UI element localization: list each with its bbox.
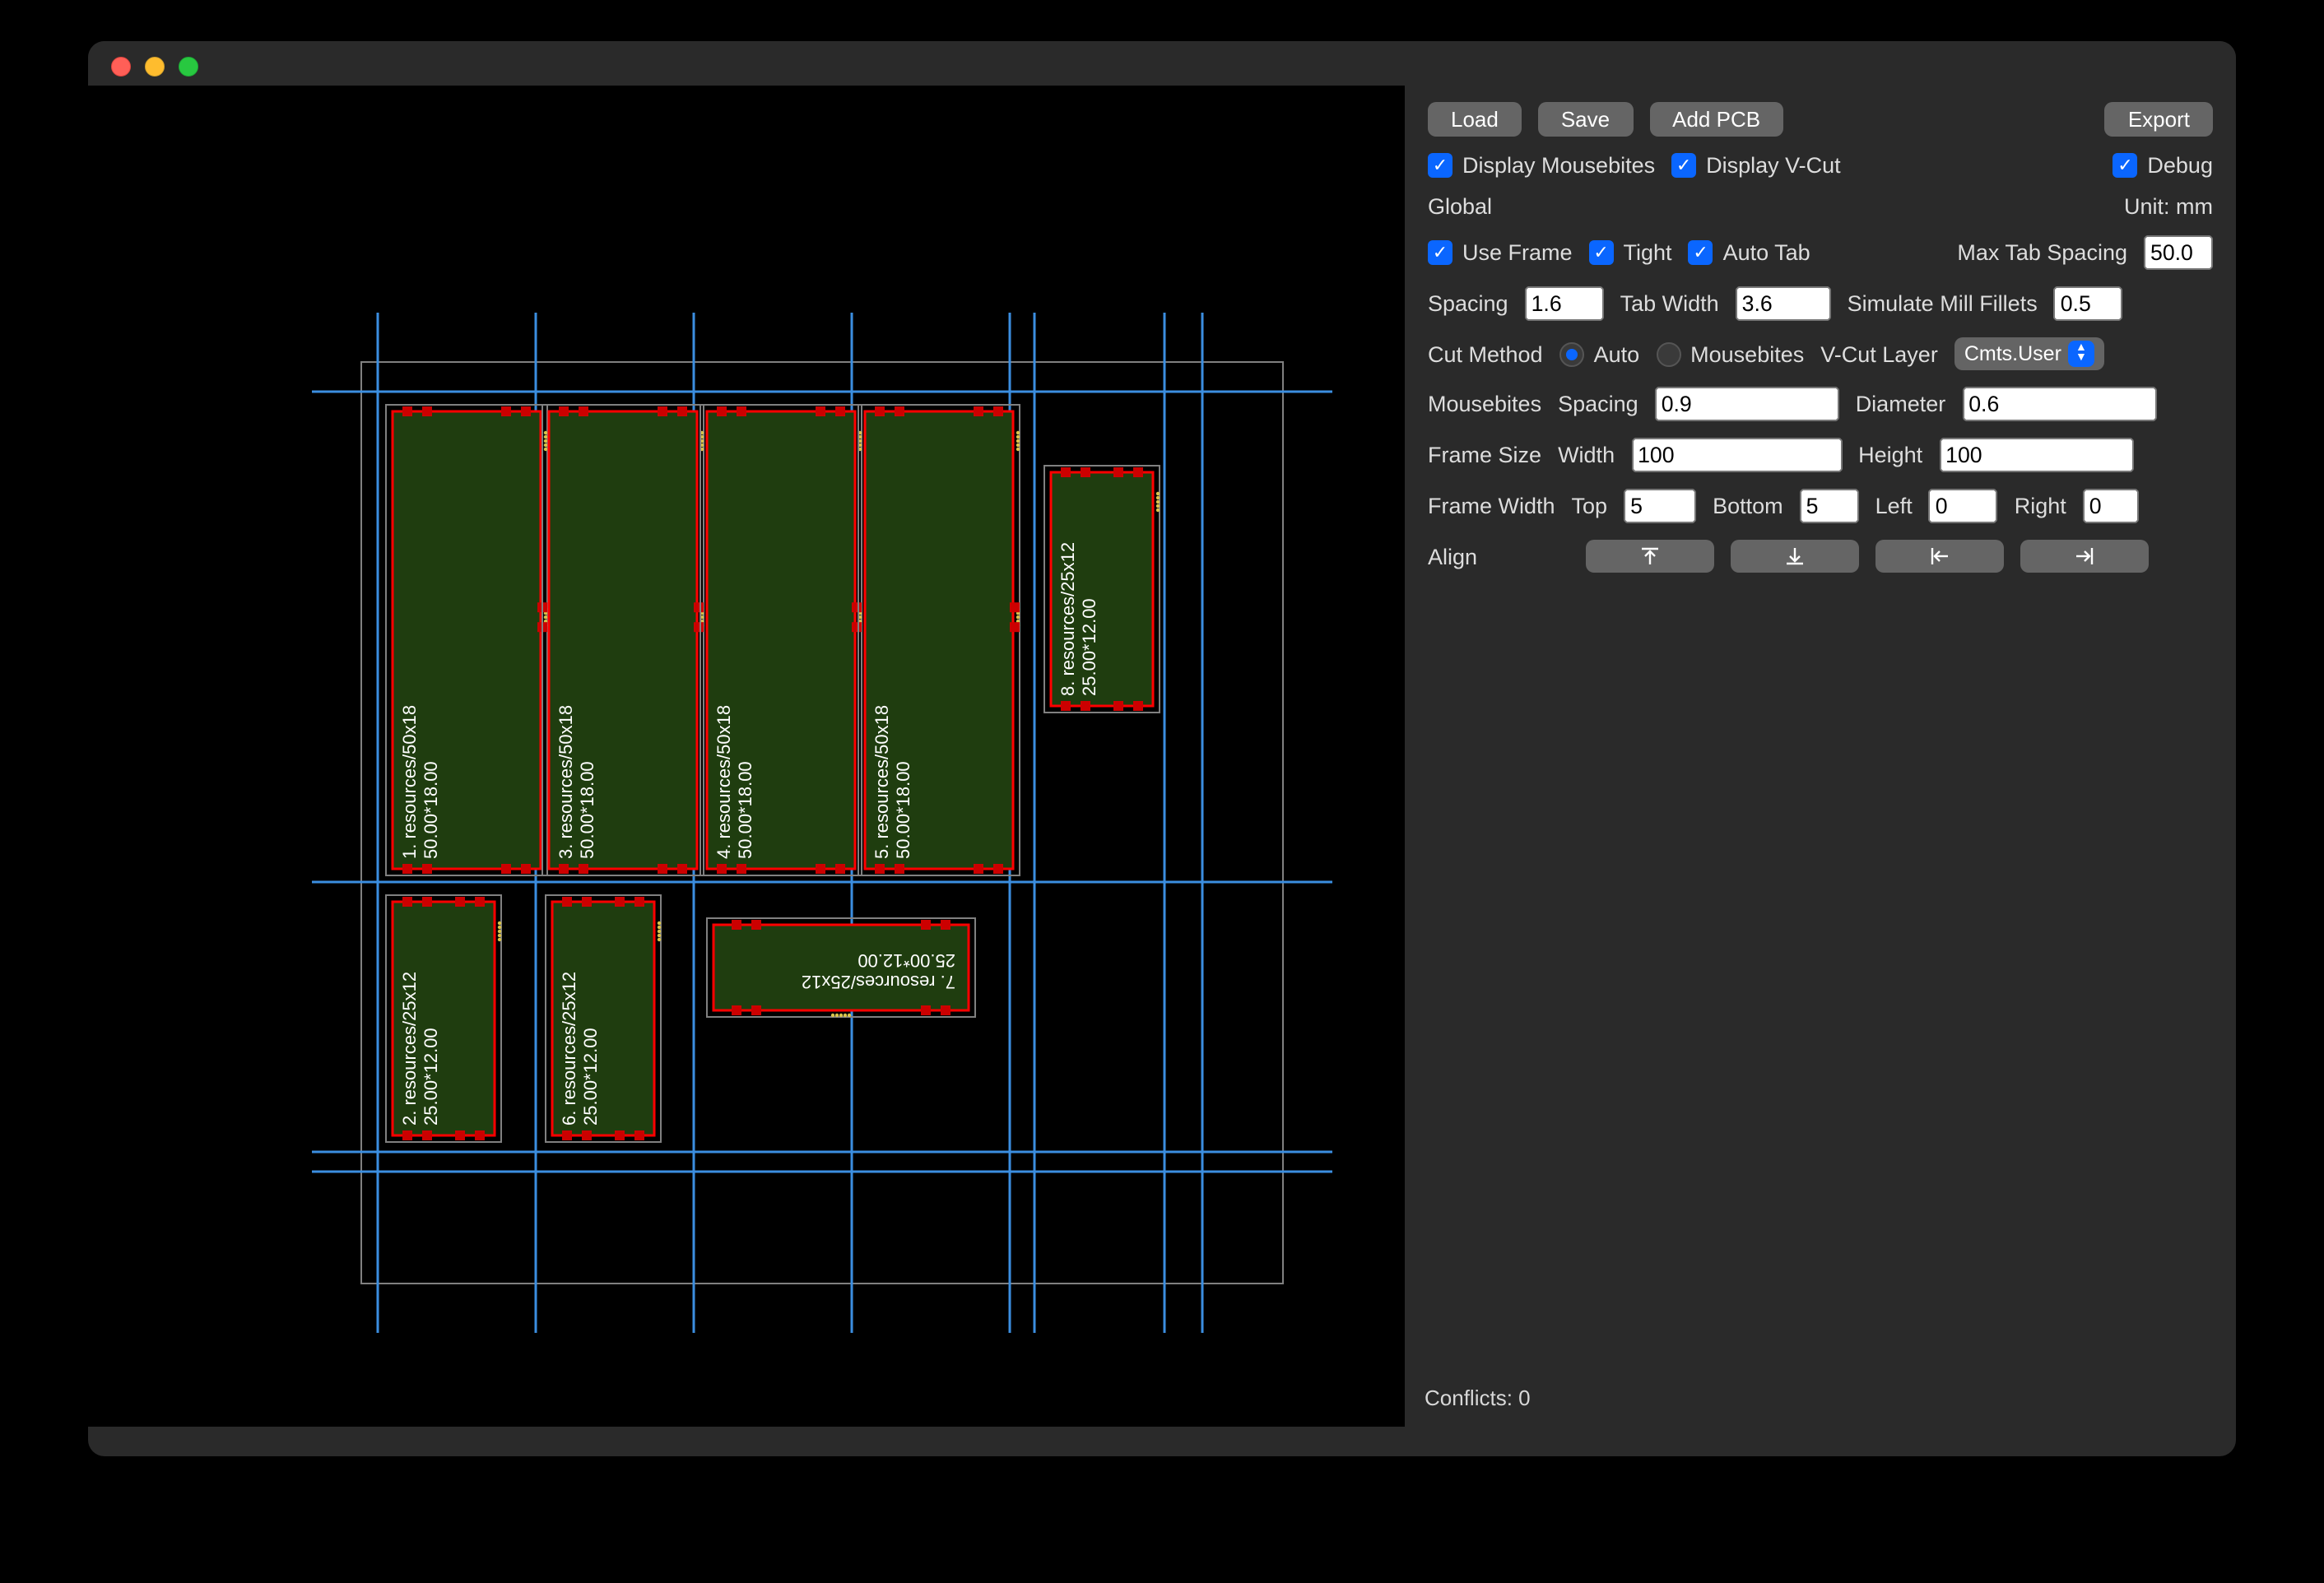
addpcb-button[interactable]: Add PCB [1649,102,1783,137]
arrow-right-bar-icon [2075,546,2094,566]
mousebites-label: Mousebites [1428,392,1541,416]
load-button[interactable]: Load [1428,102,1522,137]
align-top-button[interactable] [1586,540,1714,573]
top-label: Top [1572,494,1608,518]
display-vcut-checkbox[interactable]: ✓ Display V-Cut [1671,153,1841,178]
svg-text:50.00*18.00: 50.00*18.00 [893,761,913,859]
svg-text:25.00*12.00: 25.00*12.00 [580,1028,601,1126]
canvas[interactable]: 1. resources/50x1850.00*18.003. resource… [88,86,1405,1427]
global-heading: Global [1428,194,1492,219]
svg-text:7. resources/25x12: 7. resources/25x12 [802,972,955,992]
tabwidth-input[interactable] [1736,286,1831,321]
check-icon: ✓ [1689,240,1713,265]
fw-bottom-input[interactable] [1800,489,1859,523]
framesize-label: Frame Size [1428,443,1541,467]
mb-spacing-input[interactable] [1655,387,1839,421]
align-left-button[interactable] [1875,540,2004,573]
close-icon[interactable] [111,57,131,77]
traffic-lights [111,57,198,77]
mb-diameter-label: Diameter [1856,392,1946,416]
vcutlayer-select[interactable]: Cmts.User ▲▼ [1954,337,2104,370]
fw-left-input[interactable] [1929,489,1998,523]
arrow-down-bar-icon [1785,546,1805,566]
tabwidth-label: Tab Width [1620,291,1719,316]
svg-text:25.00*12.00: 25.00*12.00 [1079,598,1099,696]
check-icon: ✓ [1428,240,1452,265]
mb-diameter-input[interactable] [1962,387,2156,421]
svg-text:4. resources/50x18: 4. resources/50x18 [713,705,734,859]
fw-right-input[interactable] [2083,489,2139,523]
autotab-checkbox[interactable]: ✓ Auto Tab [1689,240,1810,265]
frame-width-input[interactable] [1631,438,1842,472]
svg-text:25.00*12.00: 25.00*12.00 [421,1028,441,1126]
maxtab-input[interactable] [2144,235,2213,270]
maxtab-label: Max Tab Spacing [1957,240,2127,265]
save-button[interactable]: Save [1538,102,1633,137]
align-label: Align [1428,544,1569,569]
app-window: 1. resources/50x1850.00*18.003. resource… [88,41,2236,1456]
chevron-up-down-icon: ▲▼ [2068,341,2094,367]
minimize-icon[interactable] [145,57,165,77]
unit-label: Unit: mm [2124,194,2213,219]
svg-text:8. resources/25x12: 8. resources/25x12 [1057,542,1078,696]
display-mousebites-checkbox[interactable]: ✓ Display Mousebites [1428,153,1655,178]
bottom-label: Bottom [1713,494,1783,518]
check-icon: ✓ [1428,153,1452,178]
conflicts-status: Conflicts: 0 [1425,1386,1531,1410]
sidebar: Load Save Add PCB Export ✓ Display Mouse… [1405,86,2236,1427]
cutmethod-mousebites-radio[interactable]: Mousebites [1656,341,1804,366]
height-label: Height [1858,443,1922,467]
cutmethod-label: Cut Method [1428,341,1543,366]
svg-text:50.00*18.00: 50.00*18.00 [421,761,441,859]
pcb-canvas[interactable]: 1. resources/50x1850.00*18.003. resource… [88,86,1405,1427]
svg-text:2. resources/25x12: 2. resources/25x12 [399,972,420,1126]
arrow-up-bar-icon [1640,546,1660,566]
cutmethod-auto-radio[interactable]: Auto [1559,341,1640,366]
check-icon: ✓ [2113,153,2137,178]
right-label: Right [2015,494,2066,518]
debug-checkbox[interactable]: ✓ Debug [2113,153,2213,178]
use-frame-checkbox[interactable]: ✓ Use Frame [1428,240,1573,265]
check-icon: ✓ [1671,153,1696,178]
svg-text:5. resources/50x18: 5. resources/50x18 [872,705,892,859]
check-icon: ✓ [1589,240,1614,265]
vcutlayer-label: V-Cut Layer [1820,341,1938,366]
left-label: Left [1875,494,1913,518]
tight-checkbox[interactable]: ✓ Tight [1589,240,1672,265]
simfillets-input[interactable] [2054,286,2123,321]
spacing-label: Spacing [1428,291,1508,316]
svg-text:1. resources/50x18: 1. resources/50x18 [399,705,420,859]
radio-icon [1559,341,1584,366]
svg-text:50.00*18.00: 50.00*18.00 [735,761,755,859]
titlebar[interactable] [88,41,2236,86]
svg-text:25.00*12.00: 25.00*12.00 [858,950,955,971]
svg-text:50.00*18.00: 50.00*18.00 [577,761,597,859]
arrow-left-bar-icon [1930,546,1950,566]
align-bottom-button[interactable] [1731,540,1859,573]
align-right-button[interactable] [2020,540,2149,573]
svg-text:3. resources/50x18: 3. resources/50x18 [555,705,576,859]
width-label: Width [1558,443,1615,467]
mb-spacing-label: Spacing [1558,392,1638,416]
frame-height-input[interactable] [1939,438,2133,472]
export-button[interactable]: Export [2105,102,2213,137]
fw-top-input[interactable] [1624,489,1696,523]
simfillets-label: Simulate Mill Fillets [1848,291,2038,316]
svg-text:6. resources/25x12: 6. resources/25x12 [559,972,579,1126]
radio-icon [1656,341,1680,366]
spacing-input[interactable] [1525,286,1604,321]
framewidth-label: Frame Width [1428,494,1555,518]
maximize-icon[interactable] [179,57,198,77]
